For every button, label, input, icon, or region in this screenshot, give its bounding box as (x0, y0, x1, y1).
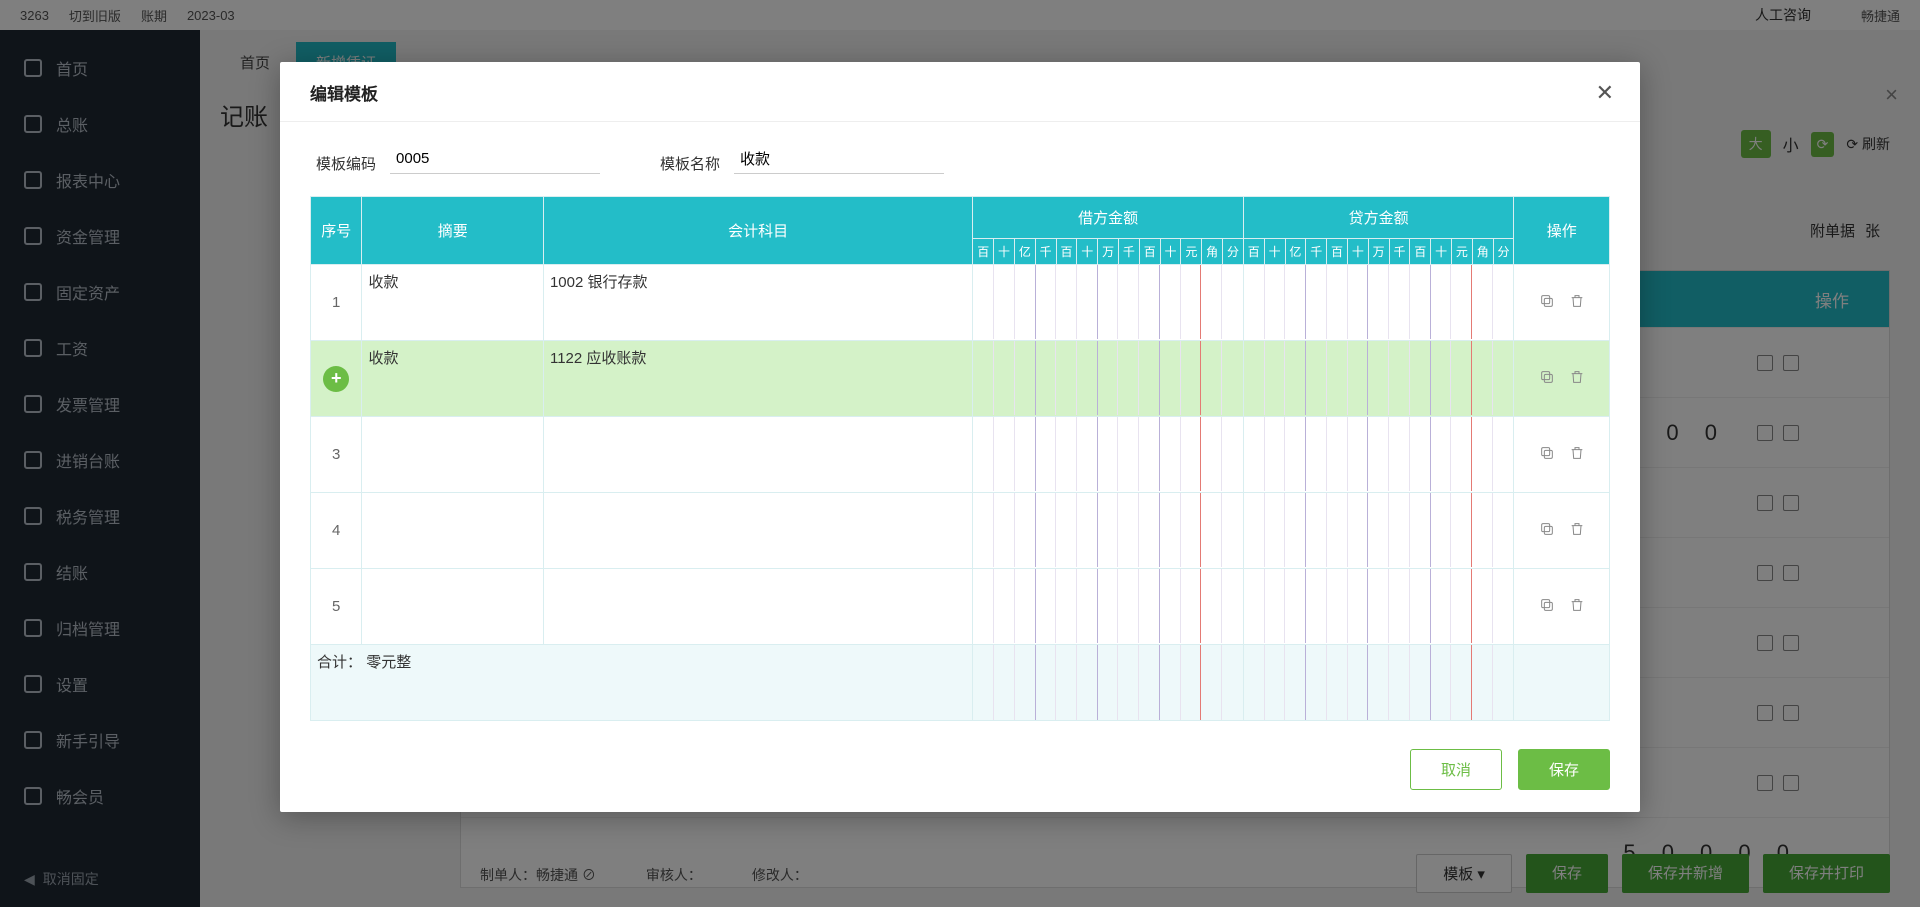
th-debit: 借方金额 (973, 197, 1244, 239)
row-summary[interactable] (362, 417, 544, 493)
th-digit: 十 (1431, 239, 1452, 265)
row-summary[interactable]: 收款 (362, 265, 544, 341)
modal-close-button[interactable]: ✕ (1596, 82, 1614, 104)
modal-cancel-button[interactable]: 取消 (1410, 749, 1502, 790)
template-name-input[interactable] (734, 146, 944, 174)
total-credit (1243, 645, 1514, 721)
th-digit: 分 (1493, 239, 1514, 265)
th-digit: 千 (1119, 239, 1140, 265)
total-words: 零元整 (366, 654, 411, 671)
th-digit: 角 (1472, 239, 1493, 265)
th-digit: 十 (1077, 239, 1098, 265)
th-digit: 万 (1368, 239, 1389, 265)
th-index: 序号 (311, 197, 362, 265)
row-index: 4 (311, 493, 362, 569)
th-digit: 千 (1035, 239, 1056, 265)
row-debit[interactable] (973, 417, 1244, 493)
row-subject[interactable]: 1002 银行存款 (543, 265, 972, 341)
modal-save-button[interactable]: 保存 (1518, 749, 1610, 790)
row-credit[interactable] (1243, 417, 1514, 493)
th-digit: 十 (1160, 239, 1181, 265)
copy-row-icon[interactable] (1539, 445, 1555, 461)
copy-row-icon[interactable] (1539, 369, 1555, 385)
th-digit: 十 (1264, 239, 1285, 265)
th-digit: 千 (1306, 239, 1327, 265)
th-operate: 操作 (1514, 197, 1610, 265)
th-digit: 百 (1243, 239, 1264, 265)
template-code-label: 模板编码 (316, 153, 376, 174)
row-debit[interactable] (973, 493, 1244, 569)
edit-template-modal: 编辑模板 ✕ 模板编码 模板名称 序号 摘要 会计科目 借方金额 贷方金额 (280, 62, 1640, 812)
th-digit: 十 (994, 239, 1015, 265)
th-digit: 亿 (1014, 239, 1035, 265)
th-digit: 分 (1223, 239, 1244, 265)
row-subject[interactable]: 1122 应收账款 (543, 341, 972, 417)
row-debit[interactable] (973, 569, 1244, 645)
delete-row-icon[interactable] (1569, 369, 1585, 385)
delete-row-icon[interactable] (1569, 521, 1585, 537)
row-summary[interactable] (362, 569, 544, 645)
table-row[interactable]: 1收款1002 银行存款 (311, 265, 1610, 341)
row-op (1514, 569, 1610, 645)
template-name-label: 模板名称 (660, 153, 720, 174)
row-credit[interactable] (1243, 265, 1514, 341)
total-op (1514, 645, 1610, 721)
row-op (1514, 493, 1610, 569)
total-cell: 合计： 零元整 (311, 645, 973, 721)
th-digit: 亿 (1285, 239, 1306, 265)
row-summary[interactable] (362, 493, 544, 569)
row-subject[interactable] (543, 569, 972, 645)
th-digit: 百 (1056, 239, 1077, 265)
th-digit: 万 (1098, 239, 1119, 265)
row-subject[interactable] (543, 493, 972, 569)
th-digit: 角 (1202, 239, 1223, 265)
th-digit: 元 (1452, 239, 1473, 265)
copy-row-icon[interactable] (1539, 597, 1555, 613)
th-summary: 摘要 (362, 197, 544, 265)
add-row-button[interactable]: + (323, 366, 349, 392)
row-op (1514, 341, 1610, 417)
table-row[interactable]: + 收款1122 应收账款 (311, 341, 1610, 417)
total-debit (973, 645, 1244, 721)
delete-row-icon[interactable] (1569, 597, 1585, 613)
th-credit: 贷方金额 (1243, 197, 1514, 239)
delete-row-icon[interactable] (1569, 293, 1585, 309)
row-credit[interactable] (1243, 569, 1514, 645)
table-row[interactable]: 3 (311, 417, 1610, 493)
copy-row-icon[interactable] (1539, 293, 1555, 309)
row-index: 5 (311, 569, 362, 645)
template-code-input[interactable] (390, 146, 600, 174)
copy-row-icon[interactable] (1539, 521, 1555, 537)
row-credit[interactable] (1243, 341, 1514, 417)
row-op (1514, 265, 1610, 341)
th-digit: 百 (1139, 239, 1160, 265)
total-label: 合计： (317, 654, 362, 671)
table-row[interactable]: 4 (311, 493, 1610, 569)
th-digit: 元 (1181, 239, 1202, 265)
row-index: + (311, 341, 362, 417)
th-digit: 百 (1327, 239, 1348, 265)
th-digit: 十 (1347, 239, 1368, 265)
th-digit: 百 (1410, 239, 1431, 265)
modal-title: 编辑模板 (310, 80, 378, 105)
row-op (1514, 417, 1610, 493)
template-table: 序号 摘要 会计科目 借方金额 贷方金额 操作 百十亿千百十万千百十元角分百十亿… (310, 196, 1610, 721)
th-subject: 会计科目 (543, 197, 972, 265)
delete-row-icon[interactable] (1569, 445, 1585, 461)
table-row[interactable]: 5 (311, 569, 1610, 645)
row-debit[interactable] (973, 265, 1244, 341)
row-index: 3 (311, 417, 362, 493)
row-index: 1 (311, 265, 362, 341)
row-debit[interactable] (973, 341, 1244, 417)
th-digit: 百 (973, 239, 994, 265)
row-credit[interactable] (1243, 493, 1514, 569)
row-subject[interactable] (543, 417, 972, 493)
row-summary[interactable]: 收款 (362, 341, 544, 417)
th-digit: 千 (1389, 239, 1410, 265)
